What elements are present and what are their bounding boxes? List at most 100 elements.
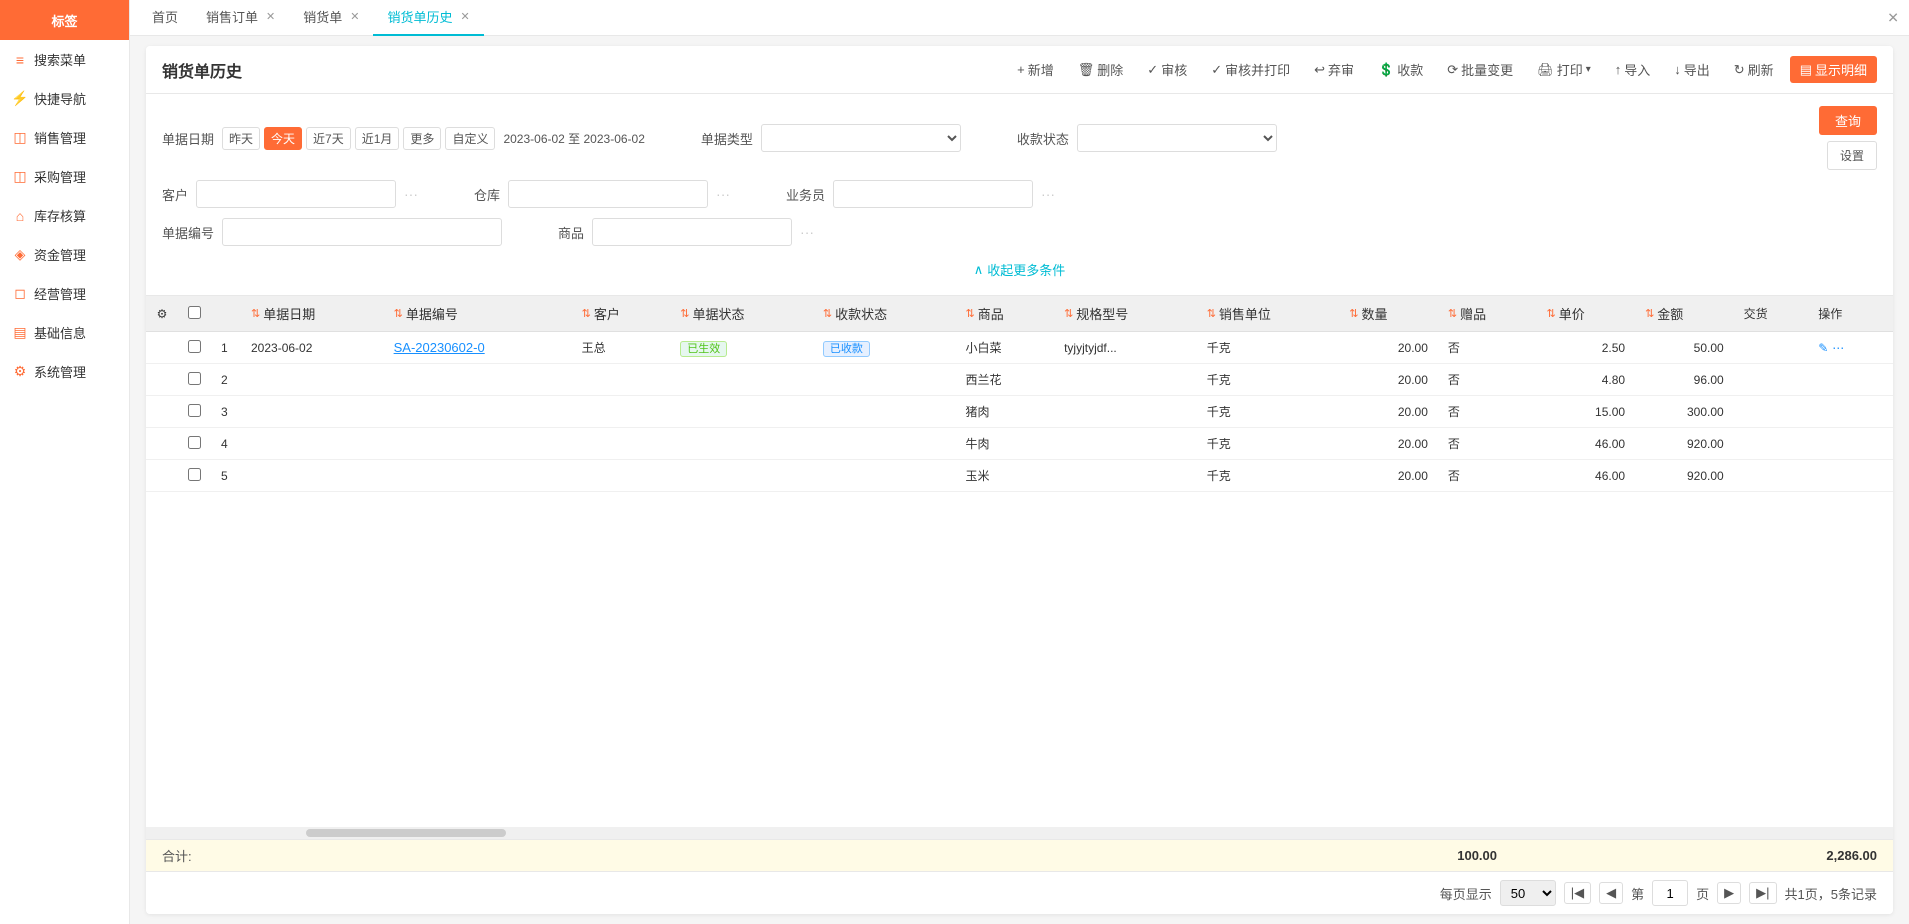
import-icon: ↑ <box>1615 62 1622 77</box>
goods-input[interactable] <box>592 218 792 246</box>
export-button[interactable]: ↓ 导出 <box>1666 56 1718 83</box>
delete-button[interactable]: 🗑 删除 <box>1070 56 1132 83</box>
th-customer[interactable]: ⇅客户 <box>572 296 671 332</box>
page-size-select[interactable]: 50 20 100 <box>1500 880 1556 906</box>
tab-sales-order-close[interactable]: ✕ <box>266 10 275 23</box>
warehouse-input[interactable] <box>508 180 708 208</box>
cell-check[interactable] <box>178 332 211 364</box>
th-spec[interactable]: ⇅规格型号 <box>1054 296 1197 332</box>
collect-button[interactable]: 💲 收款 <box>1370 56 1431 83</box>
date-btn-custom[interactable]: 自定义 <box>445 127 495 150</box>
cell-check[interactable] <box>178 460 211 492</box>
tab-sales-goods[interactable]: 销货单 ✕ <box>289 0 373 36</box>
customer-dots[interactable]: ··· <box>404 186 418 202</box>
th-unit-price[interactable]: ⇅单价 <box>1536 296 1635 332</box>
sort-doc-date-icon: ⇅ <box>251 307 260 320</box>
th-goods[interactable]: ⇅商品 <box>955 296 1054 332</box>
date-btn-7days[interactable]: 近7天 <box>306 127 351 150</box>
th-doc-date[interactable]: ⇅单据日期 <box>241 296 384 332</box>
collapse-btn[interactable]: ∧ 收起更多条件 <box>162 256 1877 283</box>
sidebar-item-finance[interactable]: ◈ 资金管理 <box>0 235 129 274</box>
th-sales-unit[interactable]: ⇅销售单位 <box>1197 296 1340 332</box>
sidebar-item-basic-info[interactable]: ▤ 基础信息 <box>0 313 129 352</box>
date-btn-more[interactable]: 更多 <box>403 127 441 150</box>
setting-button[interactable]: 设置 <box>1827 141 1877 170</box>
refresh-button[interactable]: ↻ 刷新 <box>1726 56 1782 83</box>
tab-sales-goods-close[interactable]: ✕ <box>350 10 359 23</box>
cell-goods: 牛肉 <box>955 428 1054 460</box>
sidebar-item-purchase-mgmt[interactable]: ◫ 采购管理 <box>0 157 129 196</box>
cell-doc-no[interactable] <box>384 428 572 460</box>
discard-button[interactable]: ↩ 弃审 <box>1306 56 1362 83</box>
th-qty[interactable]: ⇅数量 <box>1339 296 1438 332</box>
tab-home[interactable]: 首页 <box>138 0 192 36</box>
row-checkbox[interactable] <box>188 340 201 353</box>
table-container: ⚙ ⇅单据日期 ⇅单据编号 ⇅客户 <box>146 296 1893 827</box>
row-checkbox[interactable] <box>188 404 201 417</box>
import-button[interactable]: ↑ 导入 <box>1607 56 1659 83</box>
doc-no-link[interactable]: SA-20230602-0 <box>394 340 485 355</box>
docno-input[interactable] <box>222 218 502 246</box>
cell-doc-no[interactable] <box>384 396 572 428</box>
cell-check[interactable] <box>178 428 211 460</box>
more-action[interactable]: ⋯ <box>1832 341 1844 355</box>
tab-sales-history[interactable]: 销货单历史 ✕ <box>373 0 483 36</box>
collect-status-select[interactable] <box>1077 124 1277 152</box>
query-button[interactable]: 查询 <box>1819 106 1877 135</box>
th-collect-status[interactable]: ⇅收款状态 <box>813 296 956 332</box>
customer-input[interactable] <box>196 180 396 208</box>
sidebar-item-sales-mgmt[interactable]: ◫ 销售管理 <box>0 118 129 157</box>
doc-type-select[interactable] <box>761 124 961 152</box>
row-checkbox[interactable] <box>188 468 201 481</box>
date-btn-today[interactable]: 今天 <box>264 127 302 150</box>
th-amount[interactable]: ⇅金额 <box>1635 296 1734 332</box>
warehouse-dots[interactable]: ··· <box>716 186 730 202</box>
row-checkbox[interactable] <box>188 372 201 385</box>
sidebar-item-quick-nav[interactable]: ⚡ 快捷导航 <box>0 79 129 118</box>
cell-check[interactable] <box>178 396 211 428</box>
cell-amount: 920.00 <box>1635 460 1734 492</box>
th-gift[interactable]: ⇅赠品 <box>1438 296 1537 332</box>
cell-doc-no[interactable] <box>384 364 572 396</box>
audit-button[interactable]: ✓ 审核 <box>1139 56 1195 83</box>
salesperson-input[interactable] <box>833 180 1033 208</box>
tab-bar-close-btn[interactable]: ✕ <box>1887 9 1899 26</box>
cell-transaction <box>1734 396 1809 428</box>
tab-sales-history-close[interactable]: ✕ <box>461 10 470 23</box>
cell-sales-unit: 千克 <box>1197 332 1340 364</box>
sidebar-item-sys-mgmt[interactable]: ⚙ 系统管理 <box>0 352 129 391</box>
select-all-checkbox[interactable] <box>188 306 201 319</box>
last-page-btn[interactable]: ▶| <box>1749 882 1776 904</box>
scrollbar-thumb[interactable] <box>306 829 506 837</box>
th-doc-no[interactable]: ⇅单据编号 <box>384 296 572 332</box>
print-button[interactable]: 🖨 打印 ▾ <box>1529 56 1599 83</box>
th-doc-status[interactable]: ⇅单据状态 <box>670 296 813 332</box>
th-check[interactable] <box>178 296 211 332</box>
add-button[interactable]: + 新增 <box>1009 56 1062 83</box>
date-btn-1month[interactable]: 近1月 <box>355 127 400 150</box>
horizontal-scrollbar[interactable] <box>146 827 1893 839</box>
next-page-btn[interactable]: ▶ <box>1717 882 1741 904</box>
cell-spec: tyjyjtyjdf... <box>1054 332 1197 364</box>
cell-doc-no[interactable]: SA-20230602-0 <box>384 332 572 364</box>
salesperson-dots[interactable]: ··· <box>1041 186 1055 202</box>
sidebar-item-inventory[interactable]: ⌂ 库存核算 <box>0 196 129 235</box>
prev-page-btn[interactable]: ◀ <box>1599 882 1623 904</box>
cell-gift: 否 <box>1438 396 1537 428</box>
page-number-input[interactable] <box>1652 880 1688 906</box>
th-settings[interactable]: ⚙ <box>146 296 178 332</box>
show-detail-button[interactable]: ▤ 显示明细 <box>1790 56 1877 83</box>
tab-sales-order[interactable]: 销售订单 ✕ <box>192 0 289 36</box>
batch-change-button[interactable]: ⟳ 批量变更 <box>1439 56 1521 83</box>
date-btn-yesterday[interactable]: 昨天 <box>222 127 260 150</box>
row-checkbox[interactable] <box>188 436 201 449</box>
sidebar-item-ops-mgmt[interactable]: ◻ 经营管理 <box>0 274 129 313</box>
cell-doc-no[interactable] <box>384 460 572 492</box>
goods-dots[interactable]: ··· <box>800 224 814 240</box>
first-page-btn[interactable]: |◀ <box>1564 882 1591 904</box>
audit-print-button[interactable]: ✓ 审核并打印 <box>1203 56 1298 83</box>
edit-action[interactable]: ✎ <box>1818 341 1828 355</box>
doc-type-filter: 单据类型 <box>701 124 961 152</box>
cell-check[interactable] <box>178 364 211 396</box>
sidebar-item-search-menu[interactable]: ≡ 搜索菜单 <box>0 40 129 79</box>
